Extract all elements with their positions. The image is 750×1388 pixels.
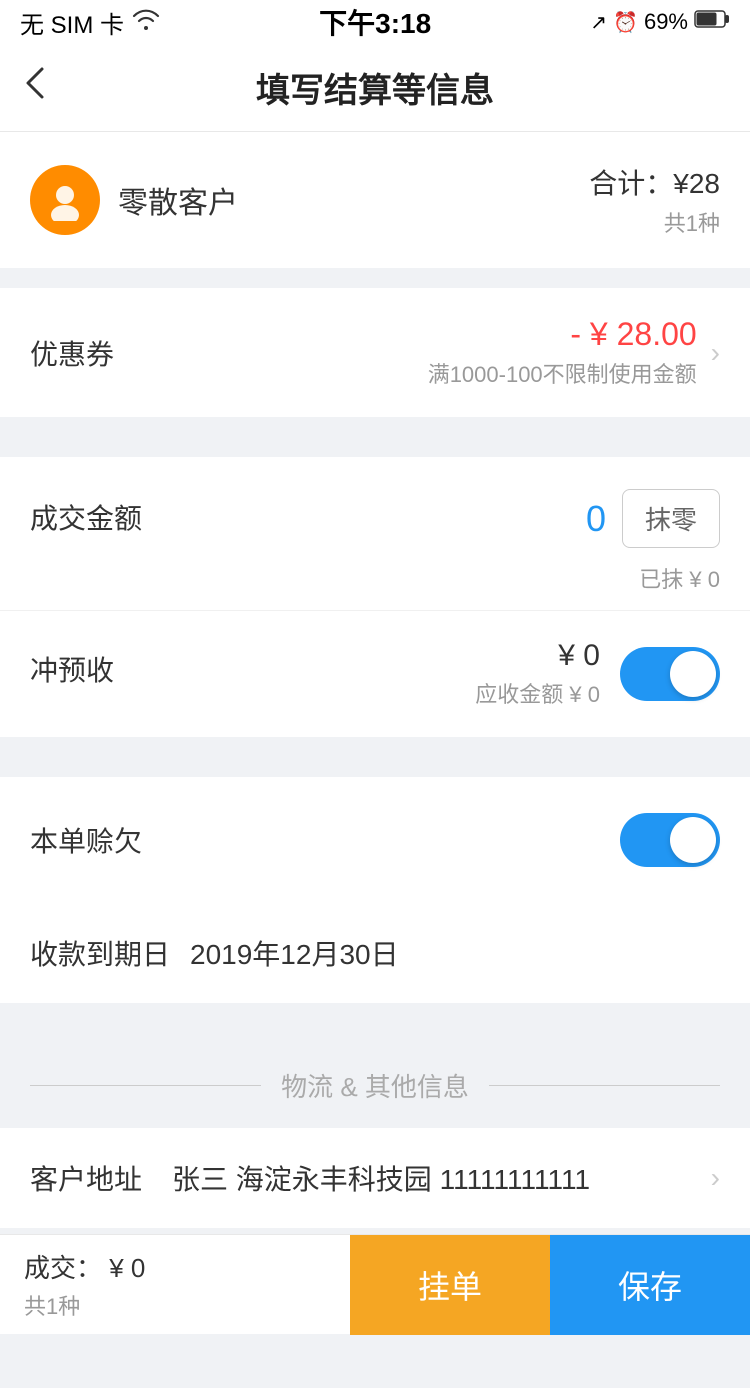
hang-button[interactable]: 挂单 — [350, 1235, 550, 1335]
battery-icon — [694, 9, 730, 35]
status-time: 下午3:18 — [319, 2, 431, 42]
debt-toggle-knob — [670, 817, 716, 863]
logistics-text: 物流 & 其他信息 — [281, 1067, 469, 1104]
customer-left: 零散客户 — [30, 165, 238, 235]
customer-right: 合计：¥28 共1种 — [589, 162, 720, 238]
due-date-row: 收款到期日 2019年12月30日 — [0, 903, 750, 1003]
advance-toggle[interactable] — [620, 647, 720, 701]
wifi-icon — [132, 8, 160, 37]
save-button[interactable]: 保存 — [550, 1235, 750, 1335]
advance-row: 冲预收 ¥ 0 应收金额 ¥ 0 — [0, 611, 750, 737]
hang-button-label: 挂单 — [418, 1262, 482, 1308]
battery-percent: 69% — [644, 9, 688, 35]
logistics-line-left — [30, 1085, 261, 1086]
coupon-label: 优惠券 — [30, 333, 114, 373]
coupon-text: - ¥ 28.00 满1000-100不限制使用金额 — [428, 316, 697, 389]
transaction-sub: 已抹 ¥ 0 — [639, 562, 720, 594]
status-right: ↗ ⏰ 69% — [590, 9, 730, 35]
bottom-deal-amount: ¥ 0 — [109, 1253, 145, 1283]
location-icon: ↗ — [590, 10, 607, 35]
address-row[interactable]: 客户地址 张三 海淀永丰科技园 11111111111 › — [0, 1128, 750, 1228]
customer-section: 零散客户 合计：¥28 共1种 — [0, 132, 750, 268]
bottom-bar: 成交： ¥ 0 共1种 挂单 保存 — [0, 1234, 750, 1334]
transaction-amount-row: 成交金额 0 抹零 已抹 ¥ 0 — [0, 457, 750, 611]
address-value: 张三 海淀永丰科技园 11111111111 — [172, 1158, 701, 1198]
section-divider-3 — [0, 1023, 750, 1043]
logistics-line-right — [489, 1085, 720, 1086]
advance-label: 冲预收 — [30, 639, 114, 689]
debt-toggle[interactable] — [620, 813, 720, 867]
advance-right: ¥ 0 应收金额 ¥ 0 — [475, 639, 720, 709]
coupon-amount: - ¥ 28.00 — [428, 316, 697, 353]
customer-name: 零散客户 — [118, 178, 238, 222]
coupon-section: 优惠券 - ¥ 28.00 满1000-100不限制使用金额 › — [0, 288, 750, 417]
nav-bar: 填写结算等信息 — [0, 44, 750, 132]
section-divider-1 — [0, 437, 750, 457]
round-off-button[interactable]: 抹零 — [622, 489, 720, 548]
save-button-label: 保存 — [618, 1262, 682, 1308]
debt-row: 本单赊欠 — [0, 777, 750, 903]
status-bar: 无 SIM 卡 下午3:18 ↗ ⏰ 69% — [0, 0, 750, 44]
chevron-right-icon: › — [711, 337, 720, 369]
bottom-count: 共1种 — [24, 1289, 326, 1321]
address-section: 客户地址 张三 海淀永丰科技园 11111111111 › — [0, 1128, 750, 1228]
transaction-amount-input[interactable]: 0 — [526, 498, 606, 540]
advance-text: ¥ 0 应收金额 ¥ 0 — [475, 639, 600, 709]
debt-label: 本单赊欠 — [30, 820, 142, 860]
debt-section: 本单赊欠 收款到期日 2019年12月30日 — [0, 777, 750, 1003]
coupon-sub: 满1000-100不限制使用金额 — [428, 357, 697, 389]
bottom-info: 成交： ¥ 0 共1种 — [0, 1248, 350, 1321]
address-label: 客户地址 — [30, 1158, 142, 1198]
customer-count: 共1种 — [589, 206, 720, 238]
bottom-deal-label: 成交： — [24, 1253, 102, 1283]
transaction-section: 成交金额 0 抹零 已抹 ¥ 0 冲预收 ¥ 0 应收金额 ¥ 0 — [0, 457, 750, 737]
status-left: 无 SIM 卡 — [20, 5, 160, 40]
section-divider-2 — [0, 757, 750, 777]
page-title: 填写结算等信息 — [256, 63, 494, 112]
alarm-icon: ⏰ — [613, 10, 638, 35]
back-button[interactable] — [24, 65, 46, 110]
advance-sub: 应收金额 ¥ 0 — [475, 677, 600, 709]
advance-amount: ¥ 0 — [475, 639, 600, 673]
customer-total: 合计：¥28 — [589, 162, 720, 202]
transaction-right: 0 抹零 已抹 ¥ 0 — [526, 489, 720, 594]
logistics-divider: 物流 & 其他信息 — [0, 1043, 750, 1128]
coupon-row[interactable]: 优惠券 - ¥ 28.00 满1000-100不限制使用金额 › — [0, 288, 750, 417]
coupon-right: - ¥ 28.00 满1000-100不限制使用金额 › — [428, 316, 720, 389]
due-date-value[interactable]: 2019年12月30日 — [190, 933, 399, 973]
customer-row: 零散客户 合计：¥28 共1种 — [0, 132, 750, 268]
bottom-deal-text: 成交： ¥ 0 — [24, 1248, 326, 1285]
advance-toggle-knob — [670, 651, 716, 697]
due-date-label: 收款到期日 — [30, 933, 170, 973]
transaction-label: 成交金额 — [30, 489, 142, 537]
address-chevron-icon: › — [711, 1162, 720, 1194]
main-content: 零散客户 合计：¥28 共1种 优惠券 - ¥ 28.00 满1000-100不… — [0, 132, 750, 1388]
customer-avatar — [30, 165, 100, 235]
carrier-text: 无 SIM 卡 — [20, 5, 124, 40]
